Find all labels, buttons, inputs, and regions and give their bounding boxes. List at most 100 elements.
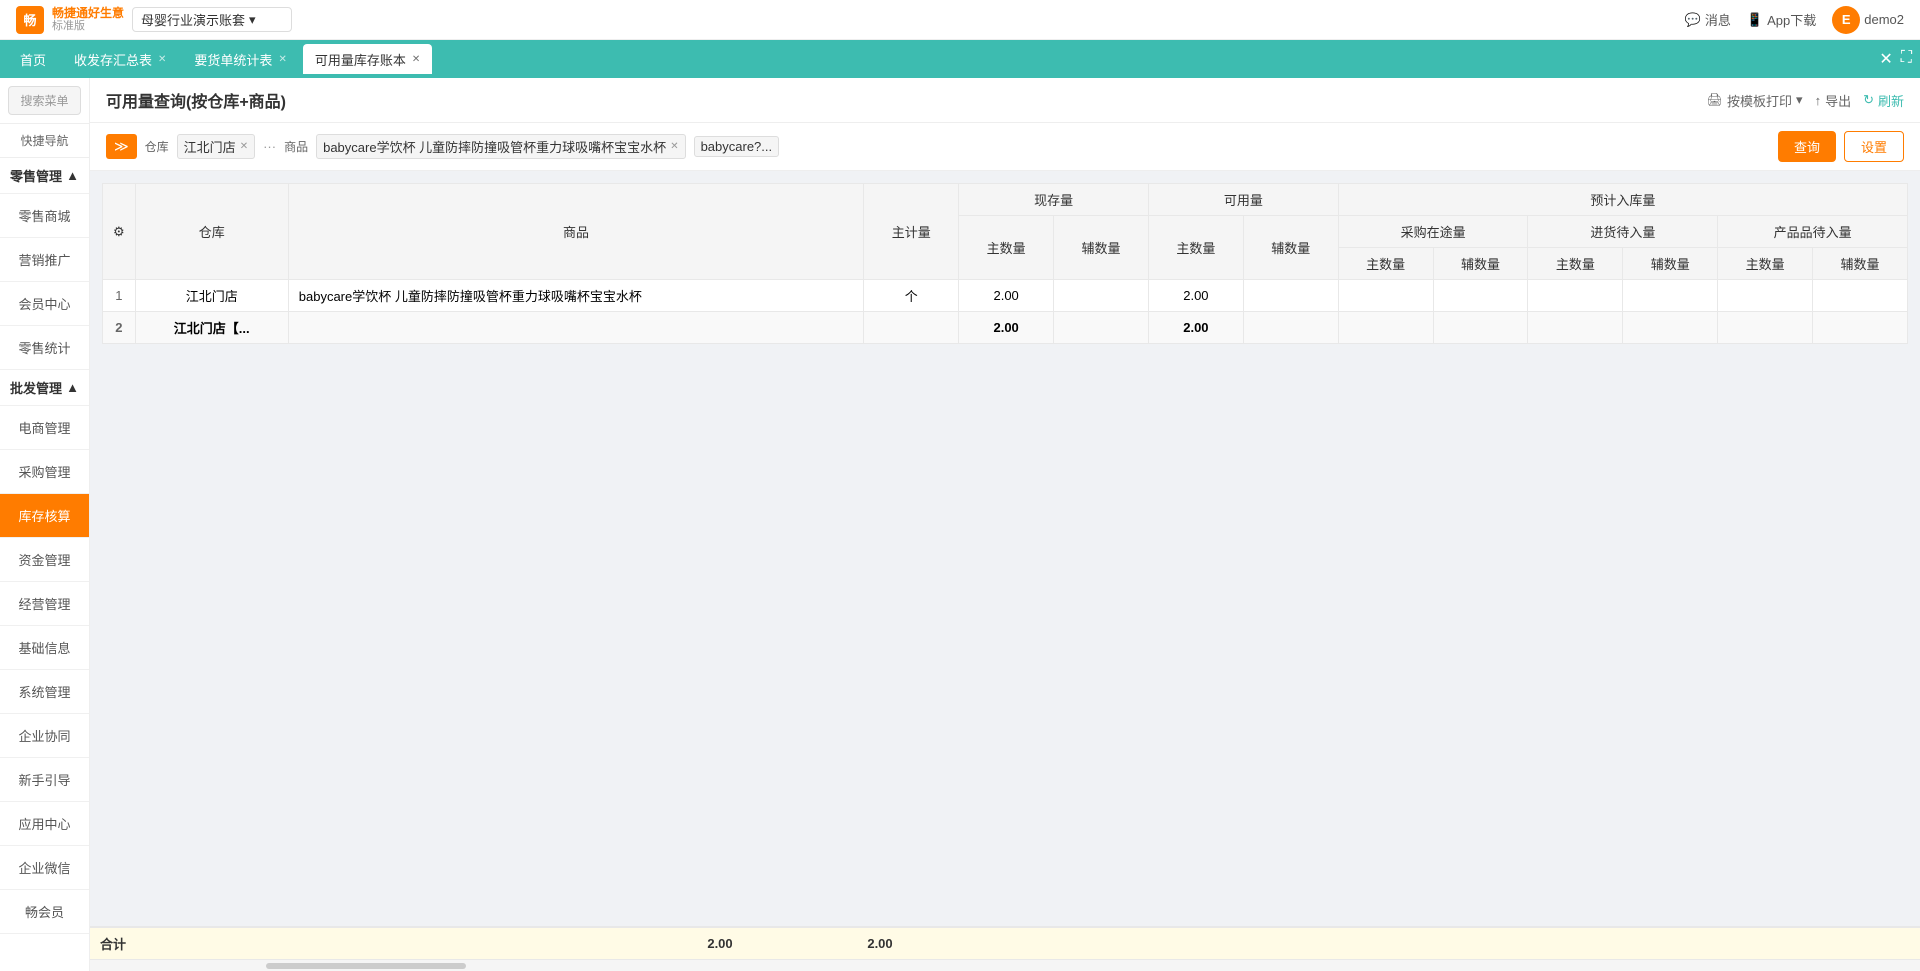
export-btn[interactable]: ↑ 导出 (1815, 91, 1852, 110)
sidebar-item-finance[interactable]: 资金管理 (0, 538, 89, 582)
col-expected-header: 预计入库量 (1338, 184, 1907, 216)
sidebar-item-inventory-check[interactable]: 库存核算 (0, 494, 89, 538)
row1-incoming-main (1528, 280, 1623, 312)
sidebar-item-enterprise-collab[interactable]: 企业协同 (0, 714, 89, 758)
tab-receipts-close[interactable]: ✕ (158, 54, 166, 65)
sidebar-item-ops[interactable]: 经营管理 (0, 582, 89, 626)
tab-order-stats[interactable]: 要货单统计表 ✕ (182, 44, 298, 74)
tab-bar: 首页 收发存汇总表 ✕ 要货单统计表 ✕ 可用量库存账本 ✕ ✕ ⛶ (0, 40, 1920, 78)
tab-order-stats-close[interactable]: ✕ (278, 54, 286, 65)
sidebar-item-sys-mgmt[interactable]: 系统管理 (0, 670, 89, 714)
avatar: E (1832, 6, 1860, 34)
sidebar-item-wholesale-mgmt[interactable]: 批发管理 ▲ (0, 370, 89, 406)
row2-stock-main: 2.00 (959, 312, 1054, 344)
warehouse-tag-close[interactable]: ✕ (240, 141, 248, 152)
settings-btn[interactable]: 设置 (1844, 131, 1904, 162)
tab-inventory[interactable]: 可用量库存账本 ✕ (303, 44, 432, 74)
row2-production-main (1718, 312, 1813, 344)
row2-unit (864, 312, 959, 344)
refresh-btn[interactable]: ↻ 刷新 (1863, 91, 1904, 110)
col-incoming-header: 进货待入量 (1528, 216, 1718, 248)
print-btn[interactable]: 🖨 按模板打印 ▾ (1707, 91, 1803, 110)
row1-incoming-aux (1623, 280, 1718, 312)
col-avail-main-header: 主数量 (1148, 216, 1243, 280)
sidebar-item-new-guide[interactable]: 新手引导 (0, 758, 89, 802)
footer-stock-main: 2.00 (680, 936, 760, 951)
sidebar-search: 搜索菜单 (0, 78, 89, 124)
sidebar-item-app-center[interactable]: 应用中心 (0, 802, 89, 846)
product-filter-tag: babycare学饮杯 儿童防摔防撞吸管杯重力球吸嘴杯宝宝水杯 ✕ (316, 134, 685, 159)
filter-expand-btn[interactable]: ≫ (106, 134, 137, 159)
industry-select[interactable]: 母婴行业演示账套 ▾ (132, 7, 292, 32)
table-scroll[interactable]: ⚙ 仓库 商品 主计量 现存量 可用量 预计入库量 主数量 辅数量 (102, 183, 1908, 344)
row2-warehouse: 江北门店【... (135, 312, 288, 344)
sidebar-item-member-center[interactable]: 会员中心 (0, 282, 89, 326)
brand-block: 畅捷通好生意 标准版 (52, 6, 124, 34)
row1-product: babycare学饮杯 儿童防摔防撞吸管杯重力球吸嘴杯宝宝水杯 (288, 280, 864, 312)
query-btn[interactable]: 查询 (1778, 131, 1836, 162)
row2-product (288, 312, 864, 344)
row1-stock-aux (1054, 280, 1149, 312)
sidebar-item-retail-stats[interactable]: 零售统计 (0, 326, 89, 370)
user-menu[interactable]: E demo2 (1832, 6, 1904, 34)
row1-num: 1 (103, 280, 136, 312)
col-purchase-main-header: 主数量 (1338, 248, 1433, 280)
footer-avail-main: 2.00 (840, 936, 920, 951)
row2-num: 2 (103, 312, 136, 344)
page-title: 可用量查询(按仓库+商品) (106, 88, 286, 112)
top-bar-left: 畅 畅捷通好生意 标准版 母婴行业演示账套 ▾ (16, 6, 292, 34)
logo-icon: 畅 (16, 6, 44, 34)
sidebar-item-retail-mall[interactable]: 零售商城 (0, 194, 89, 238)
page-header-actions: 🖨 按模板打印 ▾ ↑ 导出 ↻ 刷新 (1707, 91, 1905, 110)
sidebar-item-basic-info[interactable]: 基础信息 (0, 626, 89, 670)
row1-purchase-main (1338, 280, 1433, 312)
sidebar-item-purchase[interactable]: 采购管理 (0, 450, 89, 494)
sidebar-item-marketing[interactable]: 营销推广 (0, 238, 89, 282)
tab-inventory-close[interactable]: ✕ (412, 54, 420, 65)
row1-purchase-aux (1433, 280, 1528, 312)
tab-bar-actions: ✕ ⛶ (1879, 49, 1912, 69)
footer-label: 合计 (100, 934, 260, 953)
row1-avail-aux (1243, 280, 1338, 312)
top-bar: 畅 畅捷通好生意 标准版 母婴行业演示账套 ▾ 💬 消息 📱 App下载 E d… (0, 0, 1920, 40)
scroll-bar-area[interactable] (90, 959, 1920, 971)
row2-purchase-aux (1433, 312, 1528, 344)
filter-bar: ≫ 仓库 江北门店 ✕ ··· 商品 babycare学饮杯 儿童防摔防撞吸管杯… (90, 123, 1920, 171)
quick-nav-btn[interactable]: 快捷导航 (0, 124, 89, 158)
warehouse-filter-tag: 江北门店 ✕ (177, 134, 255, 159)
message-btn[interactable]: 💬 消息 (1685, 10, 1731, 29)
col-production-header: 产品品待入量 (1718, 216, 1908, 248)
tab-close-all[interactable]: ✕ (1879, 49, 1892, 69)
sidebar: 搜索菜单 快捷导航 零售管理 ▲ 零售商城 营销推广 会员中心 零售统计 批发管… (0, 78, 90, 971)
col-stock-main-header: 主数量 (959, 216, 1054, 280)
table-footer: 合计 2.00 2.00 (90, 926, 1920, 959)
col-settings-header[interactable]: ⚙ (103, 184, 136, 280)
sidebar-item-retail-mgmt[interactable]: 零售管理 ▲ (0, 158, 89, 194)
row2-avail-aux (1243, 312, 1338, 344)
sidebar-item-member[interactable]: 畅会员 (0, 890, 89, 934)
row1-production-aux (1813, 280, 1908, 312)
col-incoming-main-header: 主数量 (1528, 248, 1623, 280)
col-stock-aux-header: 辅数量 (1054, 216, 1149, 280)
col-purchase-transit-header: 采购在途量 (1338, 216, 1528, 248)
search-menu-btn[interactable]: 搜索菜单 (8, 86, 81, 115)
app-download-btn[interactable]: 📱 App下载 (1747, 10, 1816, 29)
tab-home[interactable]: 首页 (8, 44, 58, 74)
page-header: 可用量查询(按仓库+商品) 🖨 按模板打印 ▾ ↑ 导出 ↻ 刷新 (90, 78, 1920, 123)
col-unit-header: 主计量 (864, 184, 959, 280)
row1-unit: 个 (864, 280, 959, 312)
table-row: 1 江北门店 babycare学饮杯 儿童防摔防撞吸管杯重力球吸嘴杯宝宝水杯 个… (103, 280, 1908, 312)
warehouse-more[interactable]: ··· (263, 139, 276, 154)
warehouse-label: 仓库 (145, 138, 169, 155)
top-bar-right: 💬 消息 📱 App下载 E demo2 (1685, 6, 1904, 34)
row1-production-main (1718, 280, 1813, 312)
brand-name: 畅捷通好生意 (52, 6, 124, 20)
table-container: ⚙ 仓库 商品 主计量 现存量 可用量 预计入库量 主数量 辅数量 (90, 171, 1920, 926)
tab-receipts[interactable]: 收发存汇总表 ✕ (62, 44, 178, 74)
scroll-thumb[interactable] (266, 963, 466, 969)
sidebar-item-enterprise-wechat[interactable]: 企业微信 (0, 846, 89, 890)
sidebar-item-ecommerce[interactable]: 电商管理 (0, 406, 89, 450)
col-stock-header: 现存量 (959, 184, 1149, 216)
product-tag-close[interactable]: ✕ (670, 141, 678, 152)
tab-expand[interactable]: ⛶ (1901, 49, 1912, 69)
